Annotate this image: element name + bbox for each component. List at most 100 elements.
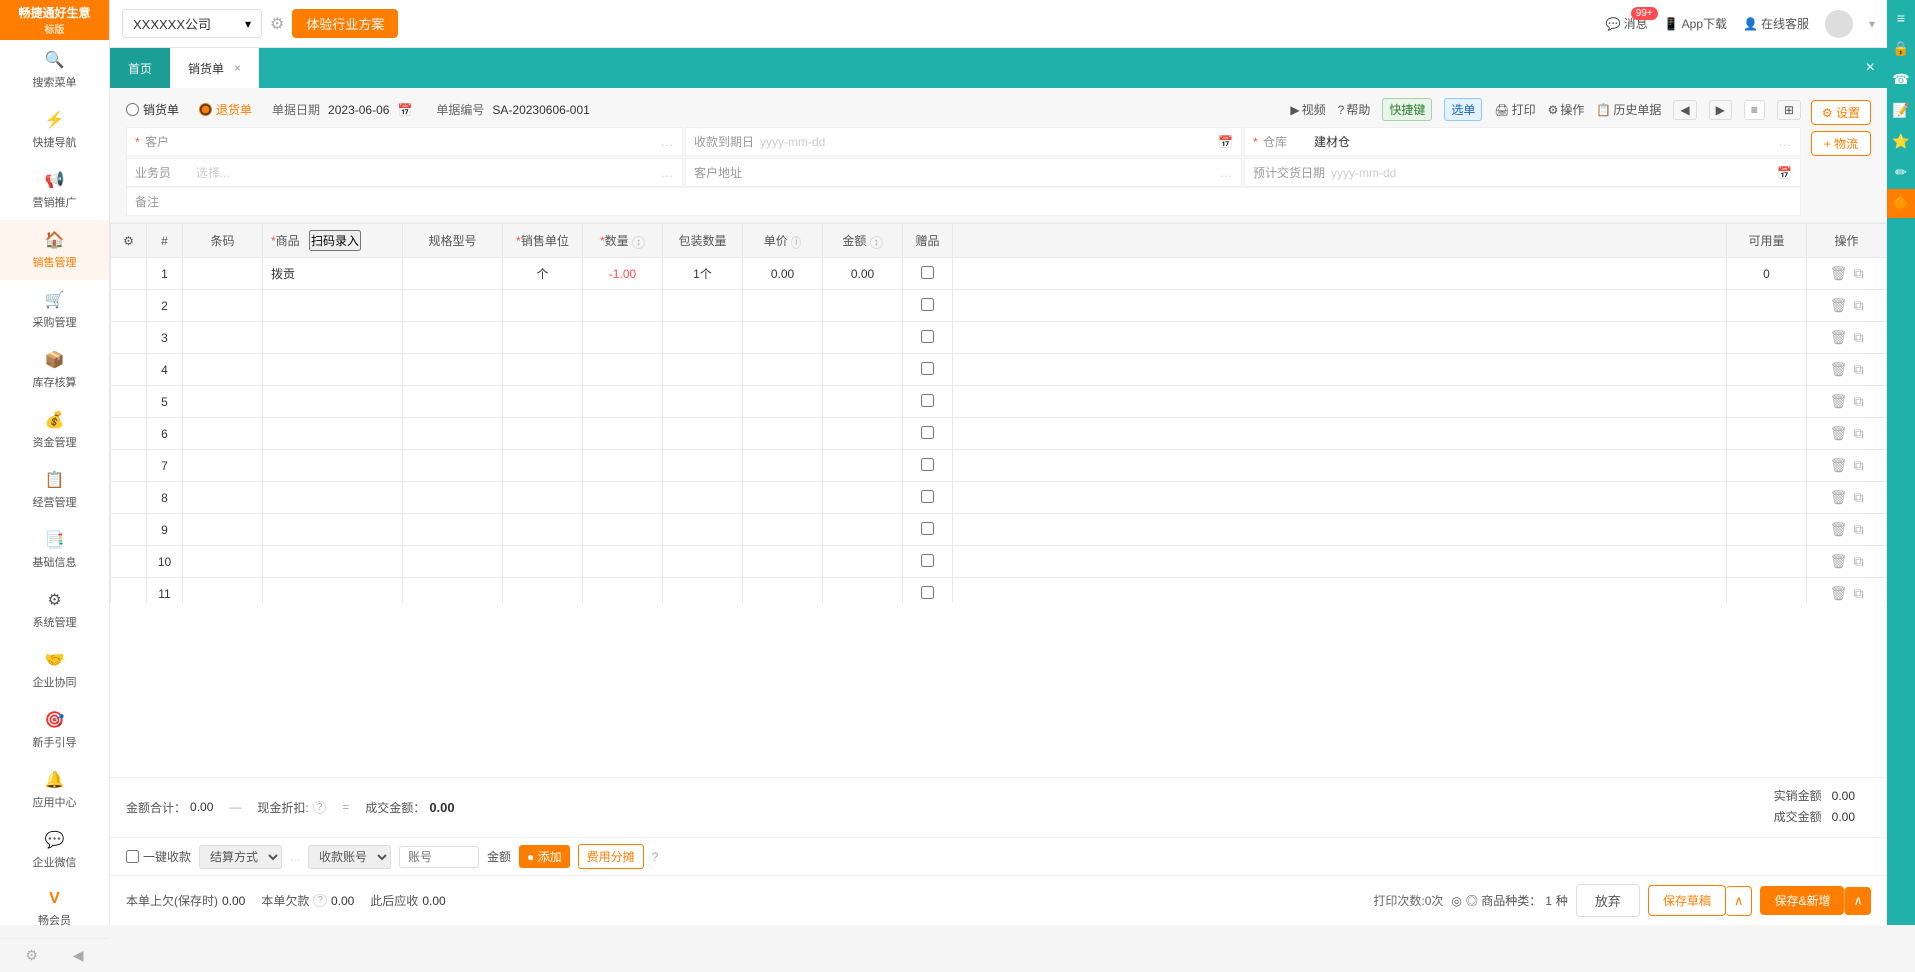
row-unit[interactable] [503,386,583,418]
sidebar-settings-icon[interactable]: ⚙ [25,947,38,964]
sidebar-item-quicknav[interactable]: ⚡ 快捷导航 [0,100,109,160]
row-amount[interactable] [823,450,903,482]
row-gift[interactable] [903,322,953,354]
row-pkgqty[interactable] [663,450,743,482]
row-barcode[interactable] [183,482,263,514]
delete-icon[interactable]: 🗑 [1830,329,1848,346]
sidebar-item-system[interactable]: ⚙ 系统管理 [0,580,109,640]
help-btn[interactable]: ? 帮助 [1338,101,1371,118]
due-date-input[interactable] [760,135,1212,149]
row-pkgqty[interactable] [663,386,743,418]
row-unit[interactable] [503,290,583,322]
row-pkgqty[interactable] [663,578,743,604]
customer-dots[interactable]: ... [661,135,674,149]
row-price[interactable] [743,290,823,322]
price-info-icon[interactable]: i [791,236,801,249]
copy-icon[interactable]: ⧉ [1853,297,1863,314]
row-barcode[interactable] [183,322,263,354]
row-spec[interactable] [403,514,503,546]
row-qty[interactable] [583,482,663,514]
row-price[interactable] [743,386,823,418]
copy-icon[interactable]: ⧉ [1853,521,1863,538]
tab-close-icon[interactable]: × [234,61,241,75]
gift-checkbox[interactable] [921,362,934,375]
row-gift[interactable] [903,546,953,578]
account-input[interactable] [399,846,479,868]
row-product[interactable] [263,546,403,578]
row-product[interactable] [263,290,403,322]
row-pkgqty[interactable]: 1个 [663,258,743,290]
sidebar-item-purchase[interactable]: 🛒 采购管理 [0,280,109,340]
save-arrow-btn[interactable]: ∧ [1844,887,1871,915]
row-spec[interactable] [403,290,503,322]
radio-return[interactable]: 退货单 [199,101,252,118]
row-amount[interactable] [823,322,903,354]
customer-addr-input[interactable] [755,166,1214,180]
row-amount[interactable] [823,578,903,604]
row-pkgqty[interactable] [663,322,743,354]
delete-icon[interactable]: 🗑 [1830,457,1848,474]
tab-sale-order[interactable]: 销货单 × [170,48,259,88]
row-gift[interactable] [903,290,953,322]
online-service-btn[interactable]: 👤 在线客服 [1743,15,1809,32]
row-pkgqty[interactable] [663,482,743,514]
row-price[interactable] [743,450,823,482]
delete-icon[interactable]: 🗑 [1830,297,1848,314]
draft-arrow-btn[interactable]: ∧ [1726,886,1753,916]
row-qty[interactable] [583,322,663,354]
save-btn[interactable]: 保存&新增 [1760,886,1844,915]
row-barcode[interactable] [183,514,263,546]
row-product[interactable] [263,386,403,418]
history-btn[interactable]: 📋 历史单据 [1596,101,1661,118]
company-selector[interactable]: XXXXXX公司 ▾ [122,9,262,38]
sidebar-collapse-icon[interactable]: ◀ [73,947,84,964]
user-avatar[interactable] [1825,10,1853,38]
rt-lock-icon[interactable]: 🔒 [1887,34,1915,63]
delete-icon[interactable]: 🗑 [1830,393,1848,410]
copy-icon[interactable]: ⧉ [1853,265,1863,282]
customer-addr-dots[interactable]: ... [1220,166,1233,180]
row-unit[interactable] [503,322,583,354]
radio-sale[interactable]: 销货单 [126,101,179,118]
row-amount[interactable] [823,290,903,322]
app-download-btn[interactable]: 📱 App下载 [1664,15,1727,32]
row-amount[interactable]: 0.00 [823,258,903,290]
delete-icon[interactable]: 🗑 [1830,361,1848,378]
row-price[interactable] [743,322,823,354]
table-wrapper[interactable]: ⚙ # 条码 *商品 扫码录入 规格型号 *销售单位 [110,223,1887,603]
row-product[interactable] [263,418,403,450]
row-spec[interactable] [403,386,503,418]
row-price[interactable] [743,546,823,578]
copy-icon[interactable]: ⧉ [1853,457,1863,474]
draft-btn[interactable]: 保存草稿 [1648,885,1726,916]
print-btn[interactable]: 🖨 打印 [1494,101,1535,118]
row-qty[interactable]: -1.00 [583,258,663,290]
row-qty[interactable] [583,354,663,386]
salesperson-dots[interactable]: ... [661,166,674,180]
row-qty[interactable] [583,418,663,450]
row-pkgqty[interactable] [663,290,743,322]
row-price[interactable] [743,514,823,546]
gift-checkbox[interactable] [921,586,934,599]
row-spec[interactable] [403,354,503,386]
row-unit[interactable] [503,578,583,604]
total-due-info-icon[interactable]: ? [313,894,327,907]
row-unit[interactable]: 个 [503,258,583,290]
row-spec[interactable] [403,258,503,290]
radio-sale-input[interactable] [126,103,139,116]
row-product[interactable] [263,450,403,482]
delete-icon[interactable]: 🗑 [1830,521,1848,538]
row-unit[interactable] [503,546,583,578]
gift-checkbox[interactable] [921,298,934,311]
video-btn[interactable]: ▶ 视频 [1290,101,1325,118]
sidebar-item-appcenter[interactable]: 🔔 应用中心 [0,760,109,820]
calc-method-select[interactable]: 结算方式 [199,845,282,869]
add-payment-btn[interactable]: ● 添加 [519,845,570,868]
row-barcode[interactable] [183,386,263,418]
sidebar-item-member[interactable]: V 畅会员 [0,880,109,938]
row-barcode[interactable] [183,450,263,482]
sidebar-item-inventory[interactable]: 📦 库存核算 [0,340,109,400]
due-date-calendar-icon[interactable]: 📅 [1218,135,1233,149]
row-gift[interactable] [903,578,953,604]
row-spec[interactable] [403,418,503,450]
